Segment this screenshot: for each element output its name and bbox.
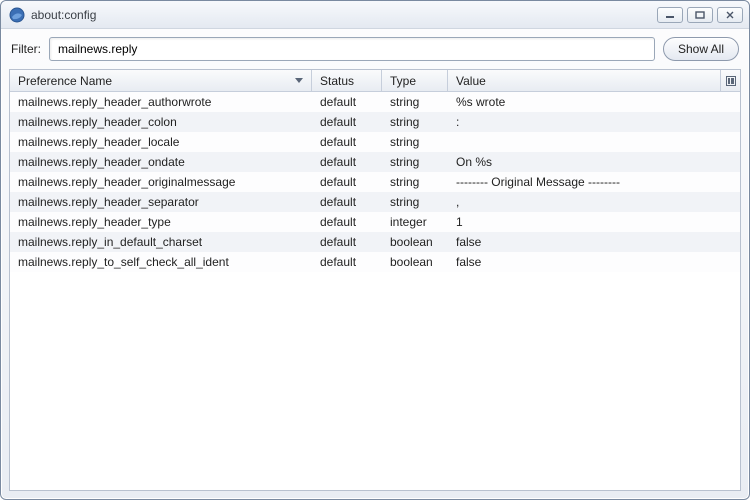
table-row[interactable]: mailnews.reply_header_localedefaultstrin…: [10, 132, 740, 152]
show-all-button[interactable]: Show All: [663, 37, 739, 61]
cell-value: -------- Original Message --------: [448, 175, 740, 189]
column-picker-button[interactable]: [720, 70, 740, 91]
maximize-button[interactable]: [687, 7, 713, 23]
cell-pref-name: mailnews.reply_header_originalmessage: [10, 175, 312, 189]
window-controls: [657, 7, 743, 23]
cell-value: ,: [448, 195, 740, 209]
cell-value: %s wrote: [448, 95, 740, 109]
filter-input[interactable]: [49, 37, 655, 61]
table-row[interactable]: mailnews.reply_to_self_check_all_identde…: [10, 252, 740, 272]
cell-type: string: [382, 195, 448, 209]
cell-status: default: [312, 95, 382, 109]
cell-pref-name: mailnews.reply_to_self_check_all_ident: [10, 255, 312, 269]
table-row[interactable]: mailnews.reply_in_default_charsetdefault…: [10, 232, 740, 252]
minimize-button[interactable]: [657, 7, 683, 23]
cell-pref-name: mailnews.reply_header_type: [10, 215, 312, 229]
cell-type: integer: [382, 215, 448, 229]
cell-type: boolean: [382, 255, 448, 269]
prefs-table: Preference Name Status Type Value mailne…: [9, 69, 741, 491]
table-header: Preference Name Status Type Value: [10, 70, 740, 92]
col-header-status[interactable]: Status: [312, 70, 382, 91]
cell-pref-name: mailnews.reply_header_authorwrote: [10, 95, 312, 109]
cell-pref-name: mailnews.reply_header_separator: [10, 195, 312, 209]
titlebar[interactable]: about:config: [1, 1, 749, 29]
cell-type: string: [382, 95, 448, 109]
col-header-value[interactable]: Value: [448, 70, 720, 91]
cell-type: string: [382, 135, 448, 149]
cell-value: false: [448, 255, 740, 269]
cell-status: default: [312, 215, 382, 229]
col-header-preference-name[interactable]: Preference Name: [10, 70, 312, 91]
col-header-label: Type: [390, 74, 416, 88]
cell-pref-name: mailnews.reply_in_default_charset: [10, 235, 312, 249]
cell-status: default: [312, 235, 382, 249]
cell-status: default: [312, 115, 382, 129]
cell-status: default: [312, 195, 382, 209]
app-icon: [9, 7, 25, 23]
filter-bar: Filter: Show All: [1, 29, 749, 69]
window-title: about:config: [31, 8, 657, 22]
table-row[interactable]: mailnews.reply_header_colondefaultstring…: [10, 112, 740, 132]
col-header-label: Status: [320, 74, 354, 88]
cell-type: string: [382, 115, 448, 129]
cell-type: string: [382, 175, 448, 189]
cell-value: :: [448, 115, 740, 129]
cell-value: 1: [448, 215, 740, 229]
close-button[interactable]: [717, 7, 743, 23]
cell-value: On %s: [448, 155, 740, 169]
col-header-label: Preference Name: [18, 74, 112, 88]
cell-value: false: [448, 235, 740, 249]
col-header-label: Value: [456, 74, 486, 88]
app-window: about:config Filter: Show All Preference…: [0, 0, 750, 500]
table-row[interactable]: mailnews.reply_header_originalmessagedef…: [10, 172, 740, 192]
cell-status: default: [312, 175, 382, 189]
cell-pref-name: mailnews.reply_header_colon: [10, 115, 312, 129]
table-row[interactable]: mailnews.reply_header_separatordefaultst…: [10, 192, 740, 212]
cell-type: string: [382, 155, 448, 169]
cell-pref-name: mailnews.reply_header_ondate: [10, 155, 312, 169]
table-row[interactable]: mailnews.reply_header_authorwrotedefault…: [10, 92, 740, 112]
cell-type: boolean: [382, 235, 448, 249]
cell-status: default: [312, 135, 382, 149]
col-header-type[interactable]: Type: [382, 70, 448, 91]
table-row[interactable]: mailnews.reply_header_ondatedefaultstrin…: [10, 152, 740, 172]
table-body[interactable]: mailnews.reply_header_authorwrotedefault…: [10, 92, 740, 490]
cell-pref-name: mailnews.reply_header_locale: [10, 135, 312, 149]
cell-status: default: [312, 255, 382, 269]
cell-status: default: [312, 155, 382, 169]
table-row[interactable]: mailnews.reply_header_typedefaultinteger…: [10, 212, 740, 232]
sort-indicator-icon: [295, 78, 303, 83]
filter-label: Filter:: [11, 42, 41, 56]
